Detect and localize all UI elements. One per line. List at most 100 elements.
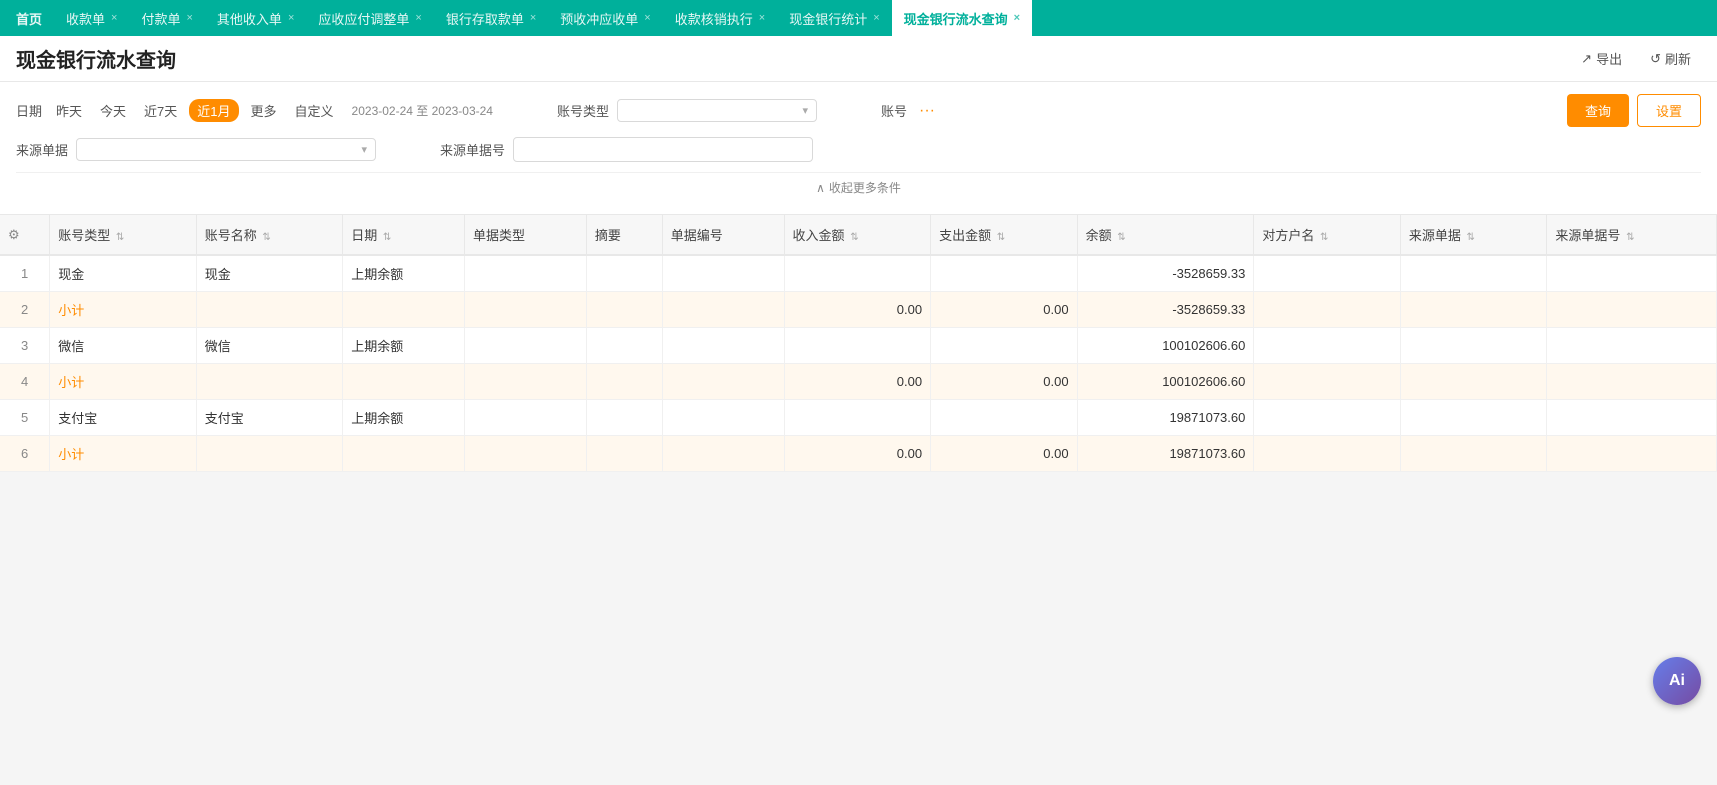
table-row[interactable]: 5支付宝支付宝上期余额19871073.60 [0, 400, 1717, 436]
sort-icon-6: ⇅ [1117, 232, 1125, 243]
cell-income: 0.00 [784, 436, 931, 472]
cell-income: 0.00 [784, 364, 931, 400]
close-icon[interactable]: × [186, 12, 192, 24]
col-income[interactable]: 收入金额 ⇅ [784, 215, 931, 255]
refresh-button[interactable]: ↺ 刷新 [1640, 45, 1701, 72]
col-account-name[interactable]: 账号名称 ⇅ [196, 215, 343, 255]
cell-account-type: 小计 [50, 364, 197, 400]
col-settings[interactable]: ⚙ [0, 215, 50, 255]
cell-doc-type [465, 292, 587, 328]
nav-tab-receipt[interactable]: 收款单 × [54, 0, 129, 36]
col-expense[interactable]: 支出金额 ⇅ [931, 215, 1078, 255]
cell-account-type: 支付宝 [50, 400, 197, 436]
cell-source-doc-no [1547, 364, 1717, 400]
col-balance[interactable]: 余额 ⇅ [1077, 215, 1254, 255]
account-type-label: 账号类型 [557, 101, 609, 120]
col-source-doc[interactable]: 来源单据 ⇅ [1400, 215, 1547, 255]
cell-account-type: 现金 [50, 255, 197, 292]
query-button[interactable]: 查询 [1567, 94, 1629, 127]
date-filter-group: 日期 昨天 今天 近7天 近1月 更多 自定义 2023-02-24 至 202… [16, 99, 493, 122]
col-counterparty[interactable]: 对方户名 ⇅ [1254, 215, 1401, 255]
col-doc-type[interactable]: 单据类型 [465, 215, 587, 255]
sort-icon-8: ⇅ [1467, 232, 1475, 243]
date-7days-btn[interactable]: 近7天 [138, 99, 183, 122]
col-summary[interactable]: 摘要 [586, 215, 662, 255]
cell-balance: 19871073.60 [1077, 400, 1254, 436]
nav-tab-advance-offset[interactable]: 预收冲应收单 × [548, 0, 662, 36]
col-date[interactable]: 日期 ⇅ [343, 215, 465, 255]
col-source-doc-no[interactable]: 来源单据号 ⇅ [1547, 215, 1717, 255]
date-today-btn[interactable]: 今天 [94, 99, 132, 122]
close-icon[interactable]: × [644, 12, 650, 24]
source-doc-no-input[interactable] [513, 137, 813, 162]
col-account-name-label: 账号名称 [205, 228, 257, 243]
cell-expense: 0.00 [931, 436, 1078, 472]
row-seq: 3 [0, 328, 50, 364]
close-icon[interactable]: × [759, 12, 765, 24]
nav-tab-cash-bank-stat[interactable]: 现金银行统计 × [777, 0, 891, 36]
nav-tab-collection-verify[interactable]: 收款核销执行 × [663, 0, 777, 36]
cell-counterparty [1254, 436, 1401, 472]
cell-doc-type [465, 364, 587, 400]
nav-tab-home[interactable]: 首页 [4, 0, 54, 36]
cell-counterparty [1254, 292, 1401, 328]
account-type-select[interactable]: ▾ [617, 99, 817, 122]
date-yesterday-btn[interactable]: 昨天 [50, 99, 88, 122]
nav-tab-ap-adjust[interactable]: 应收应付调整单 × [306, 0, 433, 36]
refresh-label: 刷新 [1665, 49, 1691, 68]
cell-expense [931, 255, 1078, 292]
close-icon[interactable]: × [111, 12, 117, 24]
col-account-type[interactable]: 账号类型 ⇅ [50, 215, 197, 255]
date-more-btn[interactable]: 更多 [245, 99, 283, 122]
table-body: 1现金现金上期余额-3528659.332小计0.000.00-3528659.… [0, 255, 1717, 472]
data-table: ⚙ 账号类型 ⇅ 账号名称 ⇅ 日期 ⇅ 单据类型 摘要 [0, 215, 1717, 472]
bank-deposit-label: 银行存取款单 [446, 9, 524, 28]
table-row[interactable]: 4小计0.000.00100102606.60 [0, 364, 1717, 400]
table-row[interactable]: 3微信微信上期余额100102606.60 [0, 328, 1717, 364]
settings-icon[interactable]: ⚙ [8, 227, 20, 242]
cell-date [343, 292, 465, 328]
col-doc-no[interactable]: 单据编号 [662, 215, 784, 255]
close-icon[interactable]: × [873, 12, 879, 24]
payment-label: 付款单 [141, 9, 180, 28]
cell-account-name [196, 436, 343, 472]
collapse-bar[interactable]: ∧ 收起更多条件 [16, 172, 1701, 202]
export-button[interactable]: ↗ 导出 [1571, 45, 1632, 72]
cell-account-type: 小计 [50, 436, 197, 472]
advance-offset-label: 预收冲应收单 [560, 9, 638, 28]
close-icon[interactable]: × [288, 12, 294, 24]
cash-bank-flow-label: 现金银行流水查询 [904, 9, 1008, 28]
date-1month-btn[interactable]: 近1月 [189, 99, 238, 122]
cell-date [343, 364, 465, 400]
date-custom-btn[interactable]: 自定义 [289, 99, 340, 122]
col-balance-label: 余额 [1086, 228, 1112, 243]
other-income-label: 其他收入单 [217, 9, 282, 28]
cell-doc-no [662, 364, 784, 400]
close-icon[interactable]: × [415, 12, 421, 24]
nav-tab-payment[interactable]: 付款单 × [129, 0, 204, 36]
table-row[interactable]: 2小计0.000.00-3528659.33 [0, 292, 1717, 328]
sort-icon-2: ⇅ [262, 232, 270, 243]
source-doc-no-group: 来源单据号 [440, 137, 813, 162]
col-source-doc-label: 来源单据 [1409, 228, 1461, 243]
cell-account-name: 微信 [196, 328, 343, 364]
source-doc-select[interactable]: ▾ [76, 138, 376, 161]
settings-button[interactable]: 设置 [1637, 94, 1701, 127]
sort-icon-4: ⇅ [850, 232, 858, 243]
cell-doc-type [465, 328, 587, 364]
nav-tab-bank-deposit[interactable]: 银行存取款单 × [434, 0, 548, 36]
cell-doc-type [465, 255, 587, 292]
table-row[interactable]: 6小计0.000.0019871073.60 [0, 436, 1717, 472]
chevron-down-icon-2: ▾ [361, 143, 367, 156]
collapse-up-icon: ∧ [816, 181, 825, 195]
nav-tab-other-income[interactable]: 其他收入单 × [205, 0, 306, 36]
cell-source-doc-no [1547, 436, 1717, 472]
close-icon[interactable]: × [1014, 12, 1020, 24]
close-icon[interactable]: × [530, 12, 536, 24]
ai-assistant-button[interactable]: Ai [1653, 657, 1701, 705]
account-ellipsis-btn[interactable]: ··· [915, 102, 939, 120]
nav-tab-cash-bank-flow[interactable]: 现金银行流水查询 × [892, 0, 1032, 36]
table-row[interactable]: 1现金现金上期余额-3528659.33 [0, 255, 1717, 292]
cell-summary [586, 436, 662, 472]
cell-date: 上期余额 [343, 328, 465, 364]
